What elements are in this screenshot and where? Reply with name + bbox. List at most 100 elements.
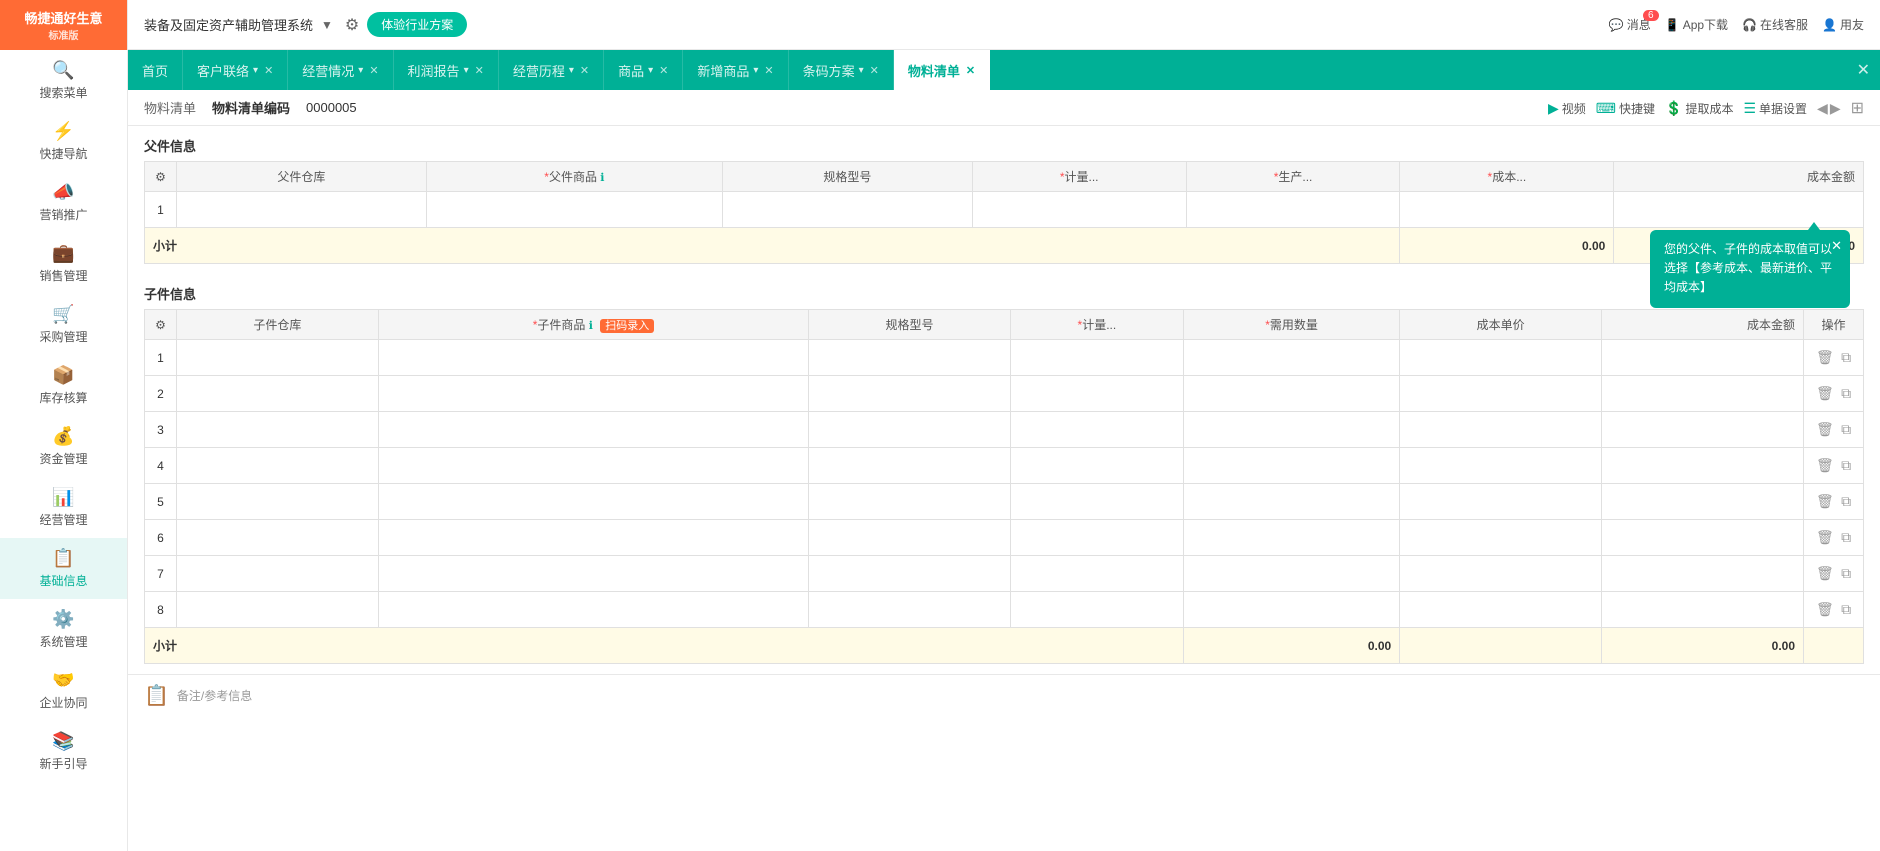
tab-close-icon[interactable]: ✕	[580, 64, 589, 77]
sidebar-item-collab[interactable]: 🤝 企业协同	[0, 660, 127, 721]
tab-close-icon[interactable]: ✕	[966, 64, 975, 77]
child-warehouse-cell[interactable]	[177, 592, 379, 628]
breadcrumb-item-bom[interactable]: 物料清单	[144, 98, 196, 117]
copy-icon[interactable]: ⧉	[1841, 565, 1851, 581]
child-qty-cell[interactable]	[1183, 412, 1399, 448]
child-warehouse-cell[interactable]	[177, 448, 379, 484]
sidebar-item-marketing[interactable]: 📣 营销推广	[0, 172, 127, 233]
parent-spec-cell[interactable]	[723, 192, 973, 228]
child-unit-cost-cell[interactable]	[1400, 592, 1602, 628]
delete-icon[interactable]: 🗑	[1816, 349, 1834, 365]
child-unit-cell[interactable]	[1010, 448, 1183, 484]
sidebar-item-finance[interactable]: 💰 资金管理	[0, 416, 127, 477]
child-spec-cell[interactable]	[809, 592, 1011, 628]
message-button[interactable]: 💬 消息 6	[1609, 16, 1651, 33]
cost-button[interactable]: 💲 提取成本	[1665, 100, 1733, 117]
child-qty-cell[interactable]	[1183, 340, 1399, 376]
th-gear[interactable]: ⚙	[145, 162, 177, 192]
child-goods-cell[interactable]	[378, 340, 808, 376]
child-qty-cell[interactable]	[1183, 592, 1399, 628]
trial-button[interactable]: 体验行业方案	[367, 12, 467, 37]
sidebar-item-search[interactable]: 🔍 搜索菜单	[0, 50, 127, 111]
sidebar-item-guide[interactable]: 📚 新手引导	[0, 721, 127, 782]
sidebar-item-purchase[interactable]: 🛒 采购管理	[0, 294, 127, 355]
parent-cost-cell[interactable]	[1400, 192, 1614, 228]
nav-close-button[interactable]: ✕	[1847, 60, 1880, 80]
online-service-button[interactable]: 🎧 在线客服	[1742, 16, 1808, 33]
tab-goods[interactable]: 商品 ▾ ✕	[604, 50, 683, 90]
delete-icon[interactable]: 🗑	[1816, 457, 1834, 473]
copy-icon[interactable]: ⧉	[1841, 601, 1851, 617]
system-dropdown-icon[interactable]: ▼	[321, 18, 333, 32]
child-qty-cell[interactable]	[1183, 520, 1399, 556]
sidebar-item-basic[interactable]: 📋 基础信息	[0, 538, 127, 599]
child-unit-cell[interactable]	[1010, 556, 1183, 592]
grid-view-icon[interactable]: ⊞	[1851, 98, 1864, 118]
parent-warehouse-cell[interactable]	[177, 192, 427, 228]
tab-history[interactable]: 经营历程 ▾ ✕	[499, 50, 604, 90]
shortcut-button[interactable]: ⌨ 快捷键	[1596, 100, 1655, 117]
child-qty-cell[interactable]	[1183, 448, 1399, 484]
copy-icon[interactable]: ⧉	[1841, 349, 1851, 365]
child-unit-cost-cell[interactable]	[1400, 412, 1602, 448]
app-download-button[interactable]: 📱 App下载	[1665, 16, 1728, 33]
tab-bom[interactable]: 物料清单 ✕	[894, 50, 990, 90]
sidebar-item-sales[interactable]: 💼 销售管理	[0, 233, 127, 294]
scan-badge[interactable]: 扫码录入	[600, 319, 654, 333]
tab-close-icon[interactable]: ✕	[264, 64, 273, 77]
tab-home[interactable]: 首页	[128, 50, 183, 90]
copy-icon[interactable]: ⧉	[1841, 457, 1851, 473]
delete-icon[interactable]: 🗑	[1816, 493, 1834, 509]
child-unit-cell[interactable]	[1010, 376, 1183, 412]
th-gear-child[interactable]: ⚙	[145, 310, 177, 340]
tab-close-icon[interactable]: ✕	[870, 64, 879, 77]
delete-icon[interactable]: 🗑	[1816, 385, 1834, 401]
child-warehouse-cell[interactable]	[177, 376, 379, 412]
child-warehouse-cell[interactable]	[177, 484, 379, 520]
child-unit-cost-cell[interactable]	[1400, 448, 1602, 484]
child-goods-cell[interactable]	[378, 412, 808, 448]
child-goods-cell[interactable]	[378, 376, 808, 412]
tab-profit[interactable]: 利润报告 ▾ ✕	[394, 50, 499, 90]
child-spec-cell[interactable]	[809, 448, 1011, 484]
child-unit-cell[interactable]	[1010, 520, 1183, 556]
tab-close-icon[interactable]: ✕	[369, 64, 378, 77]
delete-icon[interactable]: 🗑	[1816, 565, 1834, 581]
tab-close-icon[interactable]: ✕	[475, 64, 484, 77]
child-unit-cost-cell[interactable]	[1400, 520, 1602, 556]
copy-icon[interactable]: ⧉	[1841, 385, 1851, 401]
child-spec-cell[interactable]	[809, 412, 1011, 448]
child-goods-cell[interactable]	[378, 484, 808, 520]
copy-icon[interactable]: ⧉	[1841, 529, 1851, 545]
child-goods-cell[interactable]	[378, 592, 808, 628]
sidebar-item-quicknav[interactable]: ⚡ 快捷导航	[0, 111, 127, 172]
sidebar-item-system[interactable]: ⚙️ 系统管理	[0, 599, 127, 660]
parent-goods-cell[interactable]	[426, 192, 722, 228]
tab-newgoods[interactable]: 新增商品 ▾ ✕	[683, 50, 788, 90]
child-warehouse-cell[interactable]	[177, 556, 379, 592]
child-unit-cost-cell[interactable]	[1400, 340, 1602, 376]
tab-barcode[interactable]: 条码方案 ▾ ✕	[789, 50, 894, 90]
child-qty-cell[interactable]	[1183, 484, 1399, 520]
child-unit-cost-cell[interactable]	[1400, 376, 1602, 412]
child-spec-cell[interactable]	[809, 340, 1011, 376]
tab-business[interactable]: 经营情况 ▾ ✕	[288, 50, 393, 90]
tab-close-icon[interactable]: ✕	[764, 64, 773, 77]
child-qty-cell[interactable]	[1183, 556, 1399, 592]
child-goods-cell[interactable]	[378, 448, 808, 484]
copy-icon[interactable]: ⧉	[1841, 421, 1851, 437]
parent-production-cell[interactable]	[1186, 192, 1400, 228]
delete-icon[interactable]: 🗑	[1816, 421, 1834, 437]
child-unit-cost-cell[interactable]	[1400, 556, 1602, 592]
child-warehouse-cell[interactable]	[177, 412, 379, 448]
bottom-icon[interactable]: 📋	[144, 683, 169, 708]
copy-icon[interactable]: ⧉	[1841, 493, 1851, 509]
sidebar-item-inventory[interactable]: 📦 库存核算	[0, 355, 127, 416]
sidebar-item-ops[interactable]: 📊 经营管理	[0, 477, 127, 538]
nav-prev-icon[interactable]: ◀	[1817, 100, 1828, 117]
child-unit-cell[interactable]	[1010, 484, 1183, 520]
delete-icon[interactable]: 🗑	[1816, 601, 1834, 617]
tab-customers[interactable]: 客户联络 ▾ ✕	[183, 50, 288, 90]
settings-button[interactable]: ☰ 单据设置	[1743, 100, 1807, 117]
view-button[interactable]: ▶ 视频	[1548, 100, 1586, 117]
